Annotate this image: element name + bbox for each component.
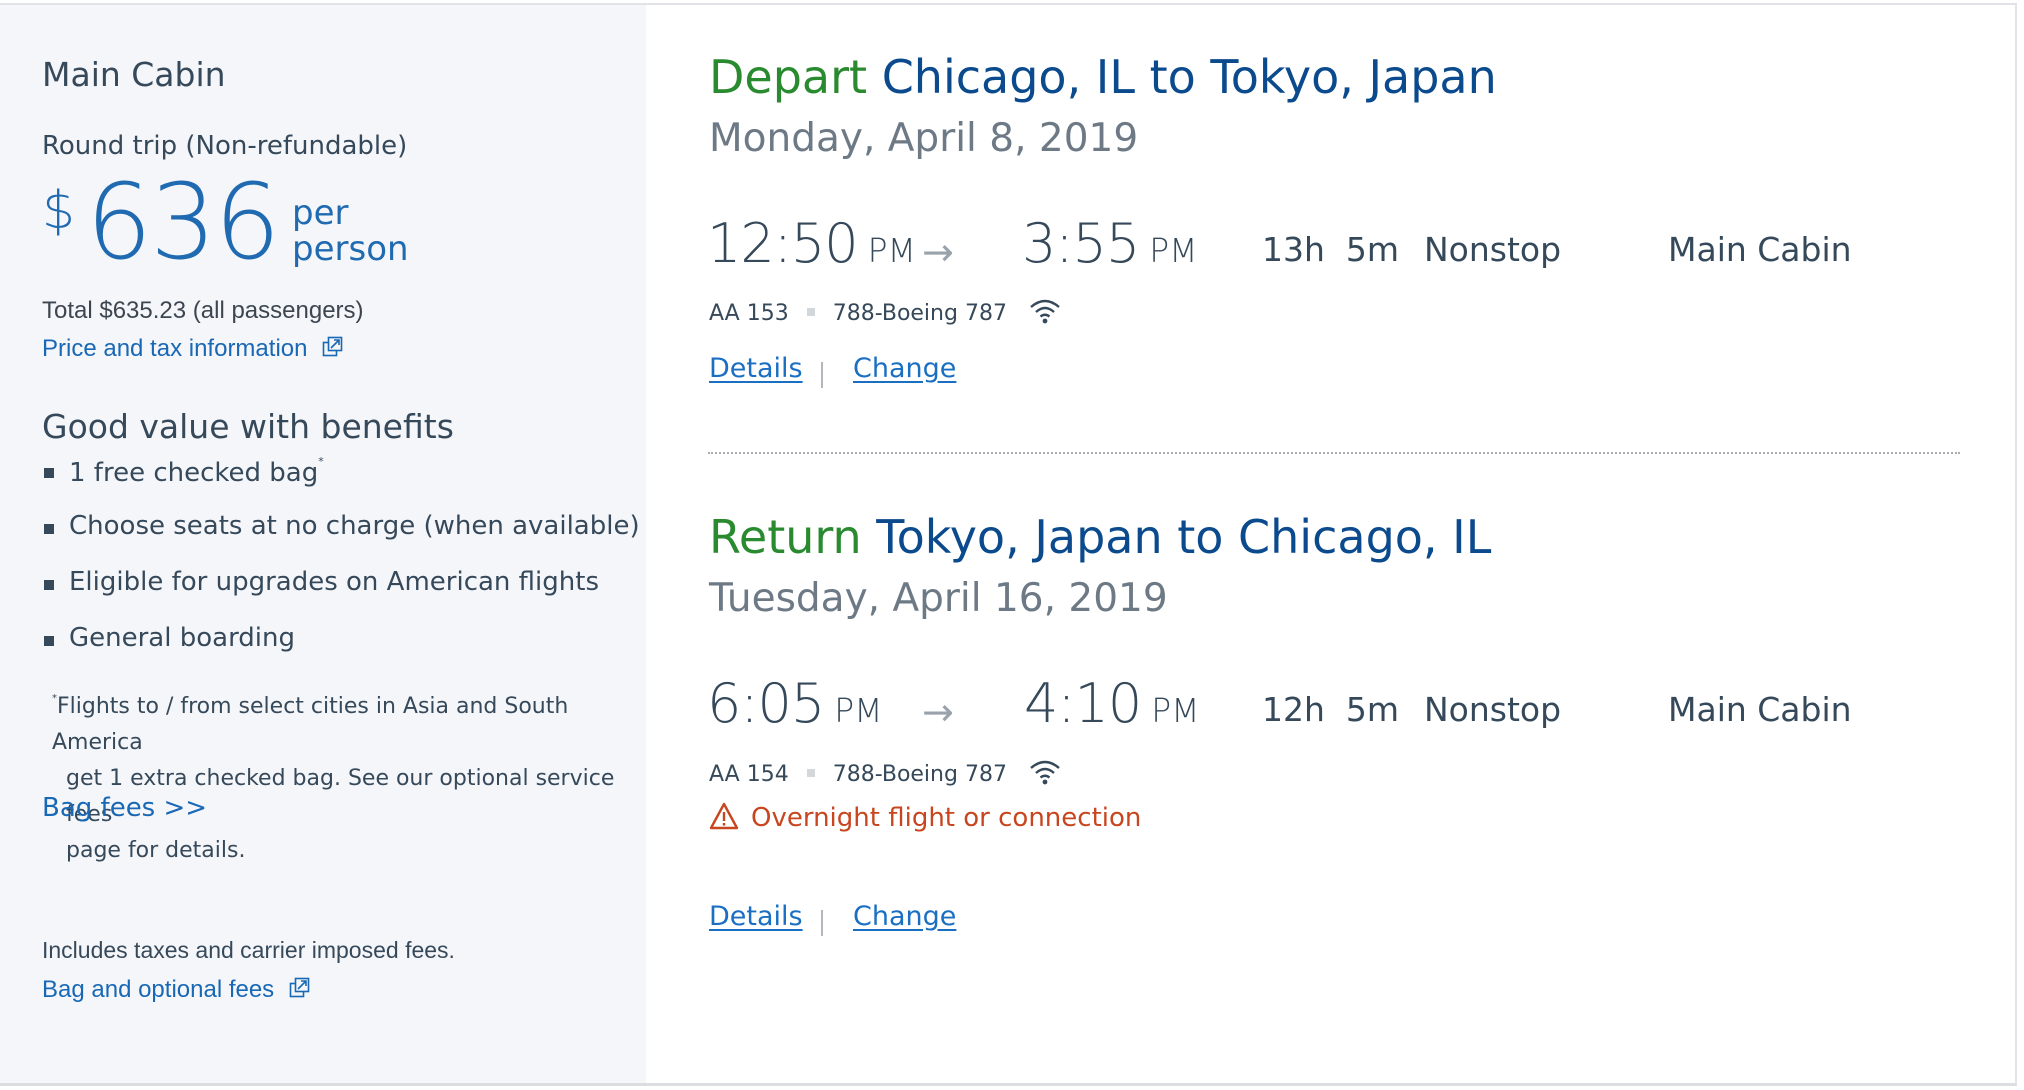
bullet-square-icon <box>44 580 54 590</box>
depart-ampm: PM <box>867 231 916 270</box>
separator-dot <box>806 308 815 316</box>
link-separator <box>821 910 823 936</box>
flight-info: AA 154 788-Boeing 787 <box>709 759 1062 787</box>
fare-summary-panel: Main Cabin Round trip (Non-refundable) $… <box>0 5 646 1083</box>
link-separator <box>821 362 823 388</box>
external-link-icon <box>322 336 343 357</box>
arrow-right-icon: → <box>922 690 954 734</box>
price-amount: 636 <box>86 161 281 283</box>
separator-dot <box>806 769 815 777</box>
benefit-item: Choose seats at no charge (when availabl… <box>42 511 640 567</box>
bag-footnote: *Flights to / from select cities in Asia… <box>52 681 642 869</box>
arrive-time-value: 4:10 <box>1024 672 1142 735</box>
benefit-text: Choose seats at no charge (when availabl… <box>69 511 640 541</box>
trip-type: Round trip (Non-refundable) <box>42 131 408 161</box>
depart-time-value: 12:50 <box>707 212 859 275</box>
price-tax-info-link[interactable]: Price and tax information <box>42 335 344 363</box>
segment-cabin: Main Cabin <box>1668 230 1852 269</box>
details-link[interactable]: Details <box>709 353 803 384</box>
depart-time-value: 6:05 <box>707 672 825 735</box>
wifi-icon <box>1030 299 1060 324</box>
flight-number: AA 153 <box>709 301 789 326</box>
arrive-time: 4:10 PM <box>1024 672 1200 735</box>
segment-keyword: Depart <box>709 50 868 104</box>
segment-title: Depart Chicago, IL to Tokyo, Japan <box>709 50 1497 104</box>
change-link[interactable]: Change <box>853 901 956 932</box>
aircraft: 788-Boeing 787 <box>832 762 1007 787</box>
segment-keyword: Return <box>709 510 862 564</box>
duration-hours: 13h <box>1262 230 1325 269</box>
warning-triangle-icon <box>709 802 739 830</box>
bag-optional-fees-label: Bag and optional fees <box>42 976 275 1003</box>
duration-minutes: 5m <box>1345 230 1400 269</box>
overnight-warning: Overnight flight or connection <box>709 802 1141 833</box>
per-label: per <box>292 193 349 233</box>
duration-hours: 12h <box>1262 690 1325 729</box>
segment-cabin: Main Cabin <box>1668 690 1852 729</box>
depart-ampm: PM <box>834 691 883 730</box>
price-currency: $ <box>42 181 76 241</box>
duration-minutes: 5m <box>1345 690 1400 729</box>
stops: Nonstop <box>1424 690 1562 729</box>
wifi-icon <box>1030 760 1060 785</box>
bag-fees-link[interactable]: Bag fees >> <box>42 793 207 823</box>
footnote-line: Flights to / from select cities in Asia … <box>52 694 569 755</box>
footnote-line: page for details. <box>66 838 246 863</box>
benefits-list: 1 free checked bag* Choose seats at no c… <box>42 455 640 679</box>
segment-route: Chicago, IL to Tokyo, Japan <box>881 50 1497 104</box>
arrive-ampm: PM <box>1149 231 1198 270</box>
segment-route: Tokyo, Japan to Chicago, IL <box>876 510 1492 564</box>
arrow-right-icon: → <box>922 230 954 274</box>
flight-number: AA 154 <box>709 762 789 787</box>
arrive-time-value: 3:55 <box>1022 212 1140 275</box>
change-link[interactable]: Change <box>853 353 956 384</box>
flight-info: AA 153 788-Boeing 787 <box>709 298 1062 326</box>
price-per-label: per person <box>292 195 409 267</box>
includes-taxes-note: Includes taxes and carrier imposed fees. <box>42 937 455 963</box>
bullet-square-icon <box>44 636 54 646</box>
benefit-text: General boarding <box>69 623 296 653</box>
footnote-marker: * <box>318 455 324 468</box>
depart-time: 12:50 PM <box>707 212 916 275</box>
warning-text: Overnight flight or connection <box>751 803 1142 833</box>
arrive-time: 3:55 PM <box>1022 212 1198 275</box>
aircraft: 788-Boeing 787 <box>832 301 1007 326</box>
depart-time: 6:05 PM <box>707 672 883 735</box>
benefit-item: 1 free checked bag* <box>42 455 640 511</box>
person-label: person <box>292 229 409 269</box>
bag-optional-fees-link[interactable]: Bag and optional fees <box>42 976 311 1004</box>
external-link-icon <box>289 977 310 998</box>
benefit-item: Eligible for upgrades on American flight… <box>42 567 640 623</box>
duration: 13h 5m <box>1262 230 1399 269</box>
stops: Nonstop <box>1424 230 1562 269</box>
benefit-text: 1 free checked bag <box>69 458 319 488</box>
benefits-title: Good value with benefits <box>42 407 454 446</box>
segment-date: Tuesday, April 16, 2019 <box>709 576 1168 621</box>
benefit-text: Eligible for upgrades on American flight… <box>69 567 599 597</box>
bullet-square-icon <box>44 468 54 478</box>
segment-title: Return Tokyo, Japan to Chicago, IL <box>709 510 1491 564</box>
segment-date: Monday, April 8, 2019 <box>709 116 1139 161</box>
segment-divider <box>708 452 1960 454</box>
benefit-item: General boarding <box>42 623 640 679</box>
cabin-title: Main Cabin <box>42 55 226 94</box>
duration: 12h 5m <box>1262 690 1399 729</box>
details-link[interactable]: Details <box>709 901 803 932</box>
price-tax-info-label: Price and tax information <box>42 335 308 362</box>
bullet-square-icon <box>44 524 54 534</box>
total-price: Total $635.23 (all passengers) <box>42 297 364 324</box>
arrive-ampm: PM <box>1151 691 1200 730</box>
